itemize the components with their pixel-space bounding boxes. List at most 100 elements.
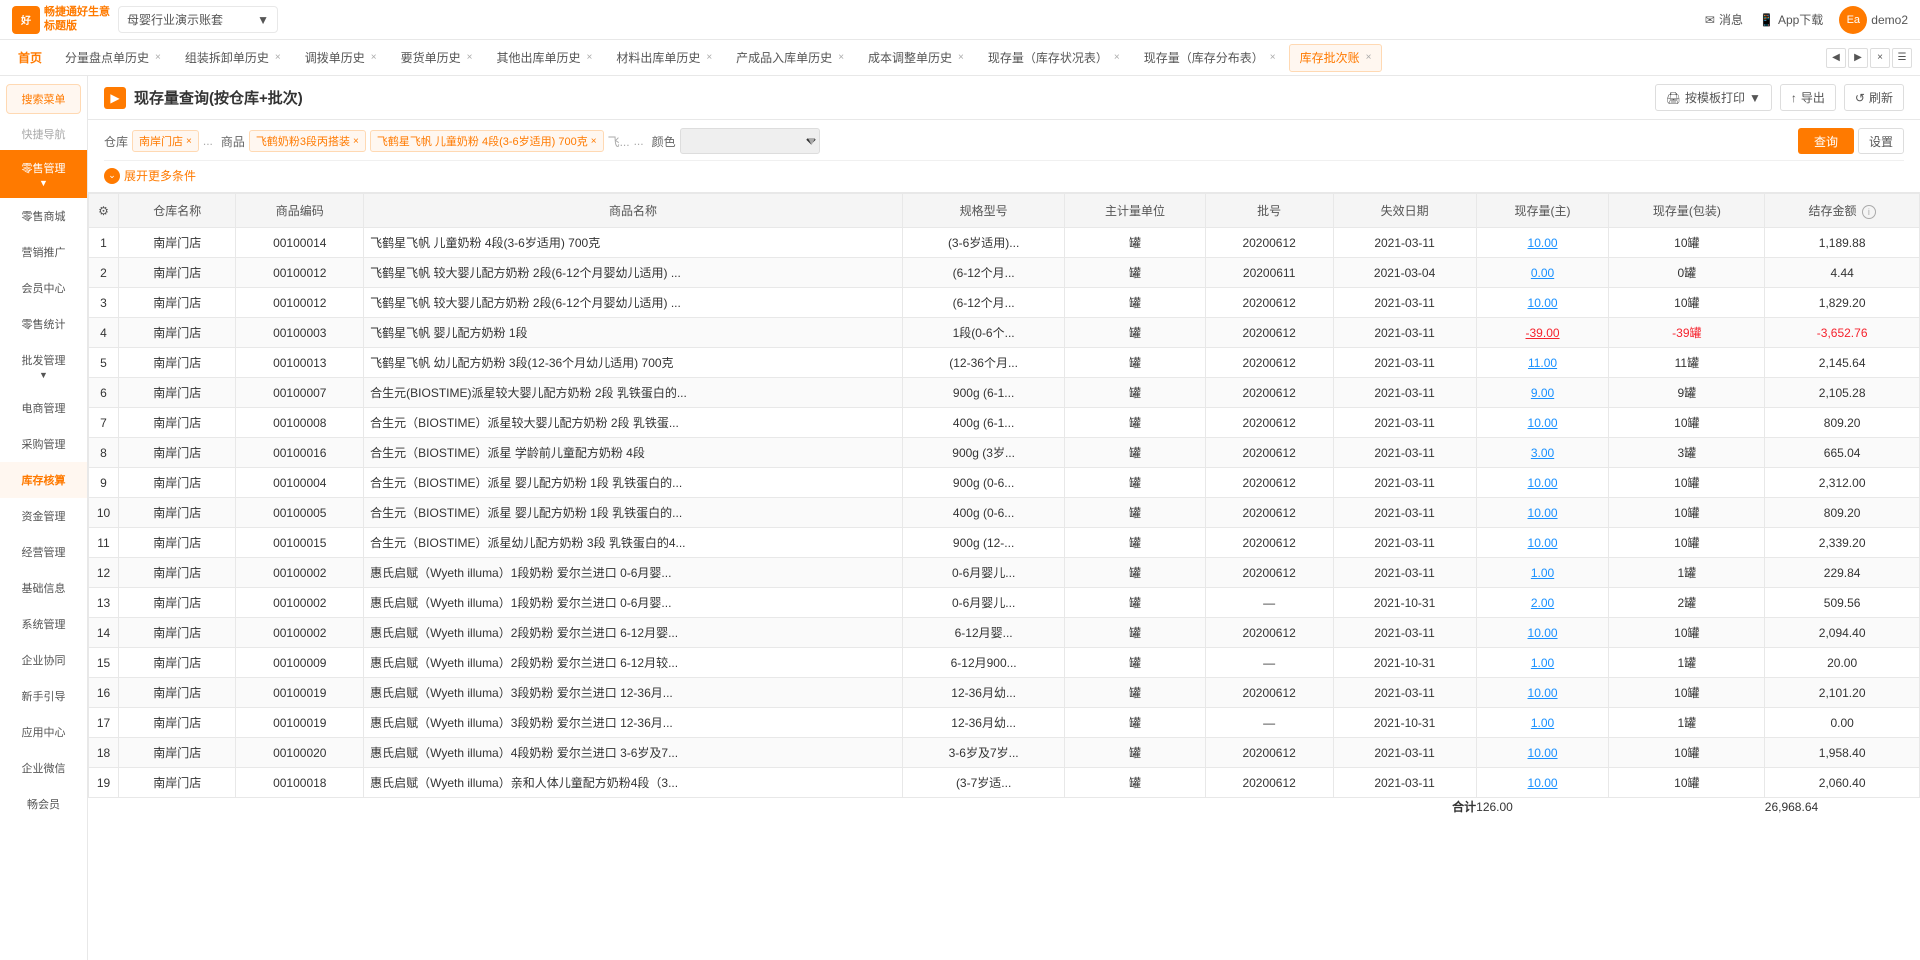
sidebar-item-label: 零售统计 [22, 316, 66, 332]
sidebar-item-label: 企业微信 [22, 760, 66, 776]
sidebar-item-ecommerce[interactable]: 电商管理 [0, 390, 87, 426]
filter-right-btns: 查询 设置 [1798, 128, 1904, 154]
sidebar-item-finance[interactable]: 资金管理 [0, 498, 87, 534]
td-qty-main[interactable]: 10.00 [1476, 228, 1609, 258]
td-qty-main[interactable]: 2.00 [1476, 588, 1609, 618]
tab-6[interactable]: 材料出库单历史 × [605, 44, 723, 72]
td-qty-main[interactable]: 10.00 [1476, 678, 1609, 708]
td-qty-main[interactable]: 11.00 [1476, 348, 1609, 378]
filter-ellipsis[interactable]: ... [203, 134, 213, 148]
sidebar-item-retail[interactable]: 零售管理 ▼ [0, 150, 87, 198]
td-qty-main[interactable]: 10.00 [1476, 498, 1609, 528]
td-no: 3 [89, 288, 119, 318]
td-spec: 12-36月幼... [902, 708, 1064, 738]
sidebar-item-wholesale[interactable]: 批发管理 ▼ [0, 342, 87, 390]
nav-prev-btn[interactable]: ◀ [1826, 48, 1846, 68]
td-qty-main[interactable]: 1.00 [1476, 648, 1609, 678]
table-row: 19 南岸门店 00100018 惠氏启赋（Wyeth illuma）亲和人体儿… [89, 768, 1920, 798]
td-no: 18 [89, 738, 119, 768]
td-qty-main[interactable]: -39.00 [1476, 318, 1609, 348]
tab-8[interactable]: 成本调整单历史 × [857, 44, 975, 72]
sidebar-item-shop[interactable]: 零售商城 [0, 198, 87, 234]
nav-menu-btn[interactable]: ☰ [1892, 48, 1912, 68]
tab-2[interactable]: 组装拆卸单历史 × [174, 44, 292, 72]
sidebar-item-enterprise[interactable]: 企业协同 [0, 642, 87, 678]
td-qty-main[interactable]: 1.00 [1476, 708, 1609, 738]
tab-close-icon[interactable]: × [1270, 52, 1276, 63]
tag-close-icon[interactable]: × [591, 136, 597, 147]
search-menu-btn[interactable]: 搜索菜单 [6, 84, 81, 114]
export-btn[interactable]: ↑ 导出 [1780, 84, 1836, 111]
sidebar-item-member2[interactable]: 畅会员 [0, 786, 87, 822]
td-qty-main[interactable]: 10.00 [1476, 288, 1609, 318]
message-btn[interactable]: ✉ 消息 [1705, 11, 1743, 28]
tag-close-icon[interactable]: × [186, 136, 192, 147]
sidebar-item-inventory[interactable]: 库存核算 [0, 462, 87, 498]
sidebar-item-basic[interactable]: 基础信息 [0, 570, 87, 606]
td-amount: 2,339.20 [1765, 528, 1920, 558]
tab-close-icon[interactable]: × [958, 52, 964, 63]
th-checkbox[interactable]: ⚙ [89, 194, 119, 228]
td-qty-main[interactable]: 9.00 [1476, 378, 1609, 408]
warehouse-tag[interactable]: 南岸门店 × [132, 130, 199, 152]
td-qty-main[interactable]: 0.00 [1476, 258, 1609, 288]
industry-select[interactable]: 母婴行业演示账套 ▼ [118, 6, 278, 33]
query-btn[interactable]: 查询 [1798, 128, 1854, 154]
tab-close-icon[interactable]: × [371, 52, 377, 63]
filter-expand-row[interactable]: ⌄ 展开更多条件 [104, 160, 1904, 184]
tab-close-icon[interactable]: × [706, 52, 712, 63]
tab-close-icon[interactable]: × [467, 52, 473, 63]
tab-close-icon[interactable]: × [838, 52, 844, 63]
gear-icon[interactable]: ⚙ [98, 204, 109, 218]
info-icon[interactable]: i [1862, 205, 1876, 219]
sidebar-item-apps[interactable]: 应用中心 [0, 714, 87, 750]
tag-close-icon[interactable]: × [353, 136, 359, 147]
setting-btn[interactable]: 设置 [1858, 128, 1904, 154]
user-area[interactable]: Ea demo2 [1839, 6, 1908, 34]
print-btn[interactable]: 🖨 按模板打印 ▼ [1655, 84, 1772, 111]
product-tag-1[interactable]: 飞鹤奶粉3段丙搭装 × [249, 130, 366, 152]
td-qty-main[interactable]: 10.00 [1476, 618, 1609, 648]
nav-next-btn[interactable]: ▶ [1848, 48, 1868, 68]
product-more[interactable]: 飞... [608, 133, 630, 150]
nav-close-btn[interactable]: × [1870, 48, 1890, 68]
tab-close-icon[interactable]: × [1366, 52, 1372, 63]
sidebar-item-wechat[interactable]: 企业微信 [0, 750, 87, 786]
tab-close-icon[interactable]: × [1114, 52, 1120, 63]
td-qty-main[interactable]: 10.00 [1476, 528, 1609, 558]
td-qty-main[interactable]: 10.00 [1476, 408, 1609, 438]
td-qty-main[interactable]: 10.00 [1476, 768, 1609, 798]
sidebar-item-member[interactable]: 会员中心 [0, 270, 87, 306]
tab-9[interactable]: 现存量（库存状况表） × [977, 44, 1131, 72]
tab-close-icon[interactable]: × [586, 52, 592, 63]
tab-5[interactable]: 其他出库单历史 × [485, 44, 603, 72]
color-select[interactable] [680, 128, 820, 154]
product-tag-2[interactable]: 飞鹤星飞帆 儿童奶粉 4段(3-6岁适用) 700克 × [370, 130, 604, 152]
tab-7[interactable]: 产成品入库单历史 × [725, 44, 855, 72]
sidebar-item-guide[interactable]: 新手引导 [0, 678, 87, 714]
tab-home[interactable]: 首页 [8, 44, 52, 72]
tab-close-icon[interactable]: × [155, 52, 161, 63]
td-no: 4 [89, 318, 119, 348]
td-name: 飞鹤星飞帆 较大婴儿配方奶粉 2段(6-12个月婴幼儿适用) ... [364, 258, 903, 288]
tab-11[interactable]: 库存批次账 × [1289, 44, 1383, 72]
td-qty-main[interactable]: 10.00 [1476, 738, 1609, 768]
sidebar-item-system[interactable]: 系统管理 [0, 606, 87, 642]
sidebar-item-operations[interactable]: 经营管理 [0, 534, 87, 570]
sidebar-item-retail-stats[interactable]: 零售统计 [0, 306, 87, 342]
td-qty-main[interactable]: 3.00 [1476, 438, 1609, 468]
refresh-btn[interactable]: ↺ 刷新 [1844, 84, 1904, 111]
tab-close-icon[interactable]: × [275, 52, 281, 63]
filter-ellipsis[interactable]: ... [634, 134, 644, 148]
toggle-filter-btn[interactable]: ▶ [104, 87, 126, 109]
tab-3[interactable]: 调拨单历史 × [294, 44, 388, 72]
tab-1[interactable]: 分量盘点单历史 × [54, 44, 172, 72]
td-name: 合生元（BIOSTIME）派星幼儿配方奶粉 3段 乳铁蛋白的4... [364, 528, 903, 558]
app-download-btn[interactable]: 📱 App下载 [1759, 11, 1823, 28]
td-qty-main[interactable]: 1.00 [1476, 558, 1609, 588]
sidebar-item-purchase[interactable]: 采购管理 [0, 426, 87, 462]
sidebar-item-marketing[interactable]: 营销推广 [0, 234, 87, 270]
td-qty-main[interactable]: 10.00 [1476, 468, 1609, 498]
tab-4[interactable]: 要货单历史 × [390, 44, 484, 72]
tab-10[interactable]: 现存量（库存分布表） × [1133, 44, 1287, 72]
